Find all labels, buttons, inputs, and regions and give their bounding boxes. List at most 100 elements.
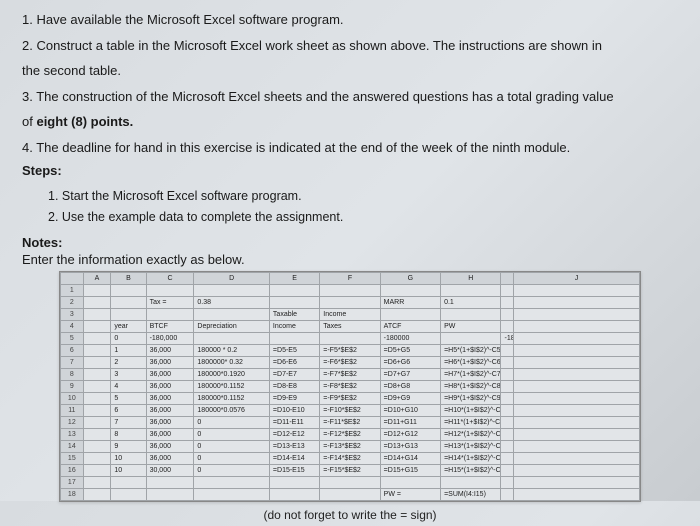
cell: =D15+G15 xyxy=(380,464,440,476)
cell: 0 xyxy=(194,428,270,440)
cell xyxy=(83,344,111,356)
cell xyxy=(514,320,640,332)
cell: 36,000 xyxy=(146,440,194,452)
table-row: 10536,000180000*0.1152=D9-E9=-F9*$E$2=D9… xyxy=(61,392,640,404)
cell xyxy=(83,488,111,500)
cell xyxy=(320,476,380,488)
cell xyxy=(501,284,514,296)
cell xyxy=(320,332,380,344)
cell: =-F8*$E$2 xyxy=(320,380,380,392)
instruction-1: 1. Have available the Microsoft Excel so… xyxy=(22,10,678,30)
cell: =D6-E6 xyxy=(269,356,319,368)
cell: 6 xyxy=(111,404,146,416)
col-header-H: H xyxy=(441,272,501,284)
cell xyxy=(83,320,111,332)
cell: -180000.00 xyxy=(501,332,514,344)
cell xyxy=(111,296,146,308)
cell xyxy=(514,296,640,308)
table-row: 17 xyxy=(61,476,640,488)
cell: ATCF xyxy=(380,320,440,332)
cell xyxy=(194,308,270,320)
cell: Depreciation xyxy=(194,320,270,332)
cell: =-F5*$E$2 xyxy=(320,344,380,356)
cell xyxy=(269,476,319,488)
cell xyxy=(501,296,514,308)
excel-sheet: ABCDEFGHJ 12Tax =0.38MARR0.13TaxableInco… xyxy=(59,271,641,502)
cell xyxy=(269,284,319,296)
instruction-3b-bold: eight (8) points. xyxy=(36,114,133,129)
cell xyxy=(194,476,270,488)
row-header: 2 xyxy=(61,296,84,308)
table-row: 13836,0000=D12-E12=-F12*$E$2=D12+G12=H12… xyxy=(61,428,640,440)
row-header: 10 xyxy=(61,392,84,404)
col-header-J: J xyxy=(514,272,640,284)
instruction-2a: 2. Construct a table in the Microsoft Ex… xyxy=(22,36,678,56)
cell xyxy=(320,488,380,500)
substeps: 1. Start the Microsoft Excel software pr… xyxy=(48,186,678,229)
row-header: 14 xyxy=(61,440,84,452)
cell: 36,000 xyxy=(146,344,194,356)
cell xyxy=(111,284,146,296)
cell xyxy=(501,320,514,332)
cell: 36,000 xyxy=(146,416,194,428)
table-row: 161030,0000=D15-E15=-F15*$E$2=D15+G15=H1… xyxy=(61,464,640,476)
instruction-2b: the second table. xyxy=(22,61,678,81)
cell: =D15-E15 xyxy=(269,464,319,476)
cell xyxy=(514,476,640,488)
cell: =-F11*$E$2 xyxy=(320,416,380,428)
cell xyxy=(380,476,440,488)
page: 1. Have available the Microsoft Excel so… xyxy=(0,0,700,526)
cell: 1 xyxy=(111,344,146,356)
cell: 36,000 xyxy=(146,404,194,416)
cell: 4 xyxy=(111,380,146,392)
cell xyxy=(320,296,380,308)
cell xyxy=(441,308,501,320)
cell xyxy=(501,368,514,380)
row-header: 15 xyxy=(61,452,84,464)
cell: =H9*(1+$I$2)^-C9 xyxy=(441,392,501,404)
cell: 36,000 xyxy=(146,368,194,380)
row-header: 3 xyxy=(61,308,84,320)
col-header-E: E xyxy=(269,272,319,284)
row-header: 5 xyxy=(61,332,84,344)
col-header-A: A xyxy=(83,272,111,284)
cell xyxy=(83,452,111,464)
cell: =D10-E10 xyxy=(269,404,319,416)
cell: =D6+G6 xyxy=(380,356,440,368)
table-row: 6136,000180000 * 0.2=D5-E5=-F5*$E$2=D5+G… xyxy=(61,344,640,356)
table-row: 18PW ==SUM(I4:I15) xyxy=(61,488,640,500)
cell xyxy=(514,284,640,296)
cell xyxy=(83,416,111,428)
row-header: 7 xyxy=(61,356,84,368)
cell xyxy=(380,308,440,320)
cell xyxy=(83,476,111,488)
cell xyxy=(514,392,640,404)
cell: 0 xyxy=(194,440,270,452)
cell xyxy=(514,332,640,344)
col-header- xyxy=(501,272,514,284)
notes-text: Enter the information exactly as below. xyxy=(22,252,678,267)
cell: 36,000 xyxy=(146,428,194,440)
cell: 10 xyxy=(111,452,146,464)
cell xyxy=(111,308,146,320)
cell xyxy=(380,284,440,296)
cell: Tax = xyxy=(146,296,194,308)
cell: =D13-E13 xyxy=(269,440,319,452)
instruction-3b-prefix: of xyxy=(22,114,36,129)
cell xyxy=(83,380,111,392)
cell: =D12-E12 xyxy=(269,428,319,440)
cell xyxy=(194,284,270,296)
cell xyxy=(83,284,111,296)
table-row: 3TaxableIncome xyxy=(61,308,640,320)
cell: =H13*(1+$I$2)^-C13 xyxy=(441,440,501,452)
cell xyxy=(441,476,501,488)
cell: =H12*(1+$I$2)^-C12 xyxy=(441,428,501,440)
cell xyxy=(514,464,640,476)
cell: Taxable xyxy=(269,308,319,320)
cell xyxy=(194,332,270,344)
cell: =H11*(1+$I$2)^-C11 xyxy=(441,416,501,428)
cell: =H7*(1+$I$2)^-C7 xyxy=(441,368,501,380)
cell xyxy=(514,440,640,452)
cell xyxy=(146,476,194,488)
cell xyxy=(514,308,640,320)
